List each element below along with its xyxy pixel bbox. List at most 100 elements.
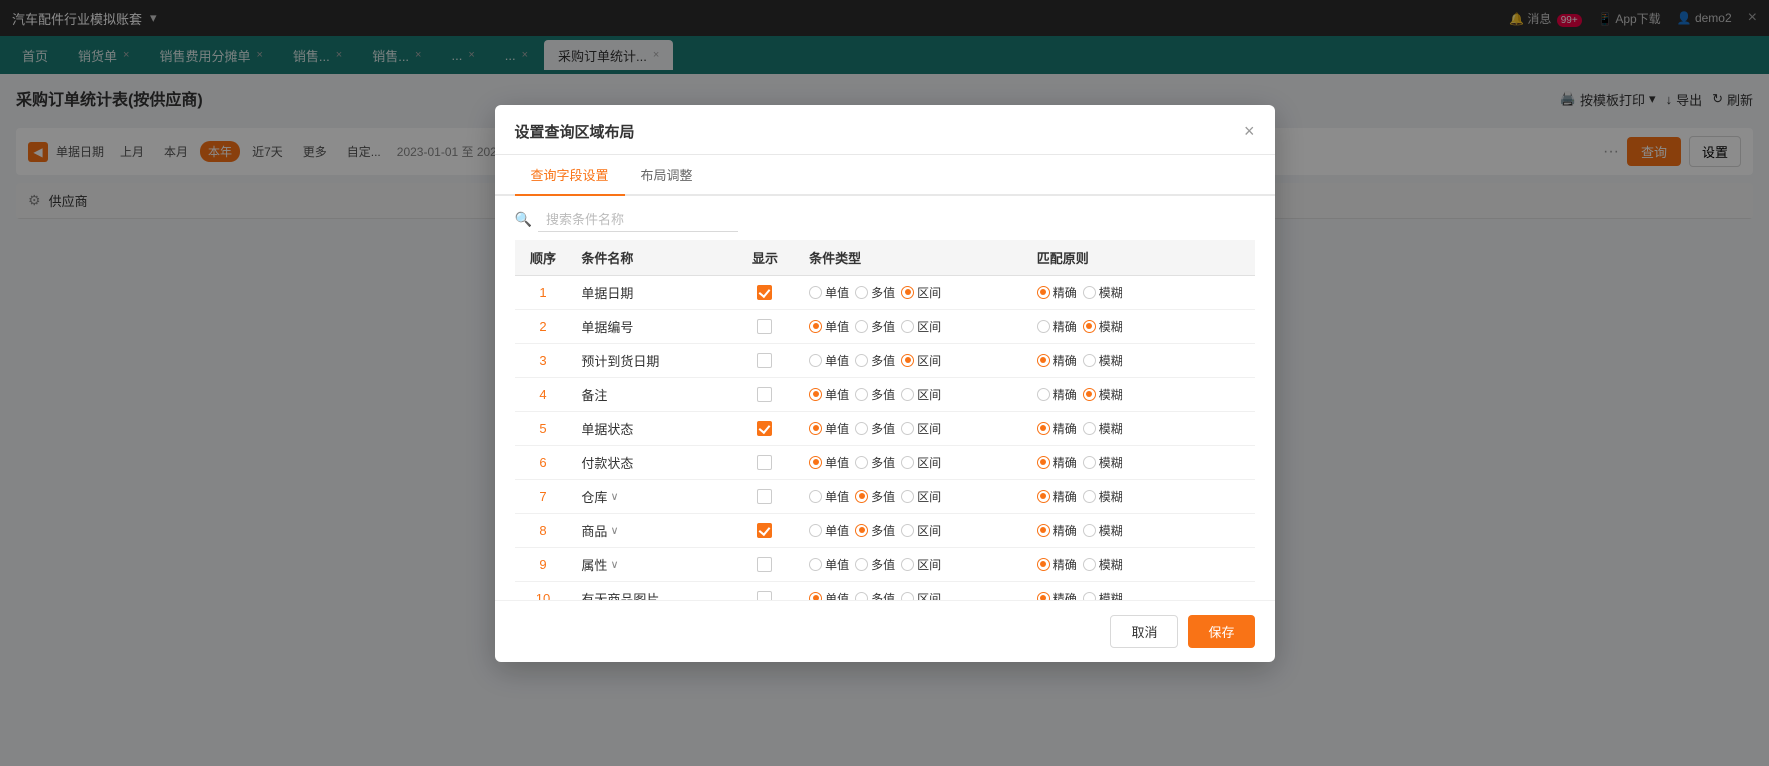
cell-show [731,479,799,513]
save-button[interactable]: 保存 [1188,615,1254,648]
cell-type: 单值多值区间 [799,411,1027,445]
radio-type-type_range[interactable]: 区间 [901,488,941,505]
cell-show [731,377,799,411]
cell-type: 单值多值区间 [799,445,1027,479]
cell-condition-name: 单据日期 [571,275,730,309]
radio-type-type_single[interactable]: 单值 [809,590,849,600]
radio-type-type_range[interactable]: 区间 [901,454,941,471]
cell-match: 精确模糊 [1027,275,1255,309]
radio-match-match_fuzzy[interactable]: 模糊 [1083,556,1123,573]
dialog-tab-layout[interactable]: 布局调整 [625,155,709,196]
radio-type-type_single[interactable]: 单值 [809,488,849,505]
cancel-button[interactable]: 取消 [1110,615,1178,648]
radio-match-match_exact[interactable]: 精确 [1037,420,1077,437]
dialog-table-scroll: 顺序 条件名称 显示 条件类型 匹配原则 1单据日期单值多值区间精确模糊2单据编… [515,240,1255,600]
radio-type-type_multi[interactable]: 多值 [855,556,895,573]
show-checkbox[interactable] [757,421,772,436]
cell-show [731,309,799,343]
radio-type-type_range[interactable]: 区间 [901,284,941,301]
cell-match: 精确模糊 [1027,343,1255,377]
dialog-title: 设置查询区域布局 [515,121,635,154]
radio-type-type_range[interactable]: 区间 [901,386,941,403]
radio-type-type_multi[interactable]: 多值 [855,488,895,505]
radio-type-type_single[interactable]: 单值 [809,386,849,403]
radio-match-match_fuzzy[interactable]: 模糊 [1083,590,1123,600]
cell-order: 1 [515,275,572,309]
show-checkbox[interactable] [757,489,772,504]
th-match: 匹配原则 [1027,240,1255,276]
radio-type-type_single[interactable]: 单值 [809,454,849,471]
radio-type-type_multi[interactable]: 多值 [855,284,895,301]
cell-order: 9 [515,547,572,581]
radio-type-type_single[interactable]: 单值 [809,420,849,437]
radio-type-type_multi[interactable]: 多值 [855,318,895,335]
radio-match-match_exact[interactable]: 精确 [1037,284,1077,301]
cell-show [731,547,799,581]
radio-match-match_fuzzy[interactable]: 模糊 [1083,454,1123,471]
radio-match-match_exact[interactable]: 精确 [1037,318,1077,335]
radio-type-type_range[interactable]: 区间 [901,352,941,369]
radio-match-match_fuzzy[interactable]: 模糊 [1083,284,1123,301]
dialog-footer: 取消 保存 [495,600,1275,662]
dialog-table-container: 顺序 条件名称 显示 条件类型 匹配原则 1单据日期单值多值区间精确模糊2单据编… [495,240,1275,600]
radio-match-match_fuzzy[interactable]: 模糊 [1083,352,1123,369]
show-checkbox[interactable] [757,557,772,572]
search-icon: 🔍 [515,211,532,228]
cell-condition-name: 单据状态 [571,411,730,445]
radio-type-type_single[interactable]: 单值 [809,522,849,539]
radio-type-type_multi[interactable]: 多值 [855,454,895,471]
radio-type-type_multi[interactable]: 多值 [855,590,895,600]
cell-condition-name: 备注 [571,377,730,411]
table-row: 4备注单值多值区间精确模糊 [515,377,1255,411]
conditions-table: 顺序 条件名称 显示 条件类型 匹配原则 1单据日期单值多值区间精确模糊2单据编… [515,240,1255,600]
radio-match-match_exact[interactable]: 精确 [1037,590,1077,600]
table-row: 7仓库 ∨单值多值区间精确模糊 [515,479,1255,513]
th-order: 顺序 [515,240,572,276]
cell-match: 精确模糊 [1027,309,1255,343]
radio-type-type_single[interactable]: 单值 [809,556,849,573]
radio-match-match_fuzzy[interactable]: 模糊 [1083,488,1123,505]
search-input[interactable] [538,208,738,232]
th-name: 条件名称 [571,240,730,276]
radio-match-match_exact[interactable]: 精确 [1037,352,1077,369]
radio-type-type_range[interactable]: 区间 [901,318,941,335]
cell-show [731,275,799,309]
radio-type-type_multi[interactable]: 多值 [855,386,895,403]
radio-match-match_exact[interactable]: 精确 [1037,522,1077,539]
show-checkbox[interactable] [757,591,772,600]
radio-type-type_single[interactable]: 单值 [809,352,849,369]
radio-match-match_fuzzy[interactable]: 模糊 [1083,318,1123,335]
cell-order: 2 [515,309,572,343]
radio-type-type_single[interactable]: 单值 [809,318,849,335]
radio-match-match_fuzzy[interactable]: 模糊 [1083,386,1123,403]
radio-match-match_fuzzy[interactable]: 模糊 [1083,522,1123,539]
radio-match-match_exact[interactable]: 精确 [1037,454,1077,471]
show-checkbox[interactable] [757,285,772,300]
show-checkbox[interactable] [757,353,772,368]
cell-match: 精确模糊 [1027,377,1255,411]
dialog-close-button[interactable]: × [1244,121,1255,154]
radio-type-type_range[interactable]: 区间 [901,522,941,539]
cell-condition-name: 付款状态 [571,445,730,479]
cell-order: 3 [515,343,572,377]
dialog-search-area: 🔍 [495,196,1275,240]
radio-match-match_exact[interactable]: 精确 [1037,488,1077,505]
table-row: 1单据日期 单值多值区间 精确模糊 [515,275,1255,309]
radio-match-match_exact[interactable]: 精确 [1037,386,1077,403]
radio-match-match_fuzzy[interactable]: 模糊 [1083,420,1123,437]
cell-order: 5 [515,411,572,445]
radio-type-type_multi[interactable]: 多值 [855,352,895,369]
radio-type-type_multi[interactable]: 多值 [855,522,895,539]
show-checkbox[interactable] [757,319,772,334]
show-checkbox[interactable] [757,387,772,402]
radio-type-type_multi[interactable]: 多值 [855,420,895,437]
radio-match-match_exact[interactable]: 精确 [1037,556,1077,573]
radio-type-type_single[interactable]: 单值 [809,284,849,301]
radio-type-type_range[interactable]: 区间 [901,556,941,573]
dialog-tab-query-fields[interactable]: 查询字段设置 [515,155,625,196]
cell-condition-name: 仓库 ∨ [571,479,730,513]
radio-type-type_range[interactable]: 区间 [901,420,941,437]
show-checkbox[interactable] [757,523,772,538]
radio-type-type_range[interactable]: 区间 [901,590,941,600]
show-checkbox[interactable] [757,455,772,470]
